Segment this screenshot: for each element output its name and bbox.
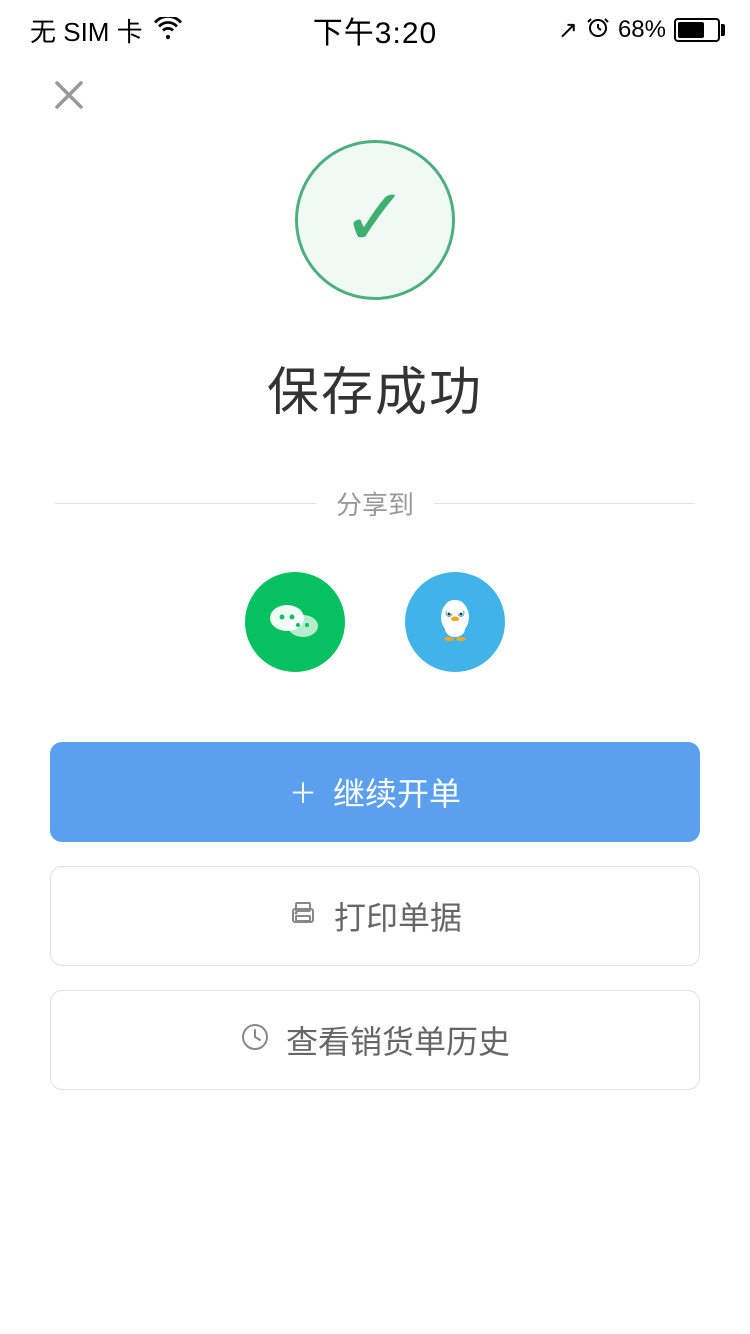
plus-icon: ＋ [289,772,317,812]
divider-line-right [434,503,695,504]
wifi-icon [153,15,183,46]
share-label: 分享到 [336,485,414,522]
print-label: 打印单据 [334,893,462,939]
status-time: 下午3:20 [313,8,437,52]
qq-share-button[interactable] [405,572,505,672]
share-icons-container [245,572,505,672]
action-buttons: ＋ 继续开单 打印单据 [50,742,700,1090]
carrier-text: 无 SIM 卡 [30,12,143,49]
main-content: ✓ 保存成功 分享到 [0,60,750,1090]
share-divider: 分享到 [55,485,695,522]
print-icon [288,898,318,935]
status-bar: 无 SIM 卡 下午3:20 ↗ 68% [0,0,750,60]
print-button[interactable]: 打印单据 [50,866,700,966]
continue-label: 继续开单 [333,769,461,815]
status-left: 无 SIM 卡 [30,12,183,49]
checkmark-icon: ✓ [341,178,408,258]
continue-button[interactable]: ＋ 继续开单 [50,742,700,842]
location-icon: ↗ [558,16,578,45]
success-title: 保存成功 [267,350,483,425]
success-circle: ✓ [295,140,455,300]
status-right: ↗ 68% [558,15,720,46]
close-button[interactable] [44,70,94,120]
divider-line-left [55,503,316,504]
history-label: 查看销货单历史 [286,1017,510,1063]
battery-percent: 68% [618,16,666,44]
history-button[interactable]: 查看销货单历史 [50,990,700,1090]
wechat-share-button[interactable] [245,572,345,672]
alarm-icon [586,15,610,46]
clock-icon [240,1022,270,1059]
battery-icon [674,18,720,42]
